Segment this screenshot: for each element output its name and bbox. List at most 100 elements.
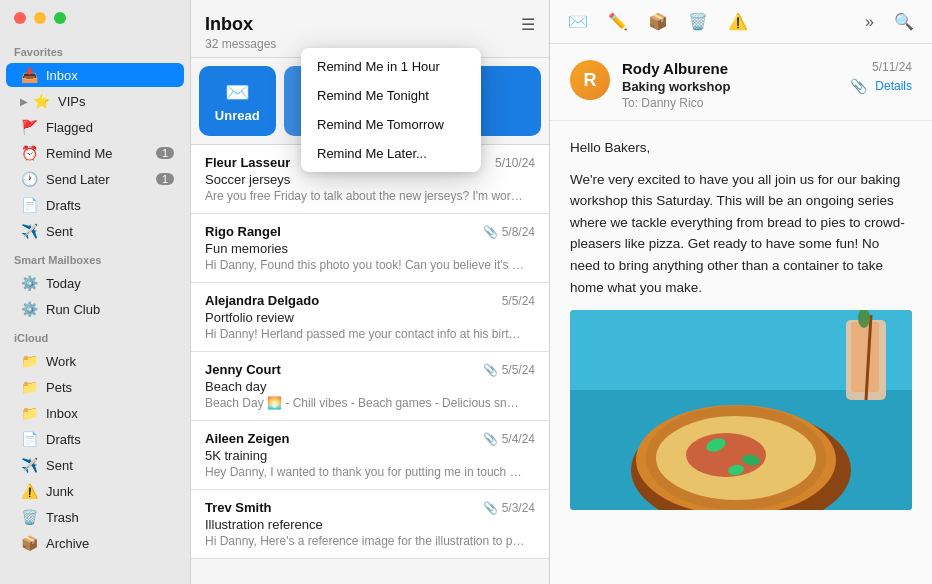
sender-avatar: R	[570, 60, 610, 100]
email-preview: Hi Danny, Here's a reference image for t…	[205, 534, 525, 548]
junk-toolbar-icon[interactable]: ⚠️	[726, 10, 750, 33]
detail-to: To: Danny Rico	[622, 96, 838, 110]
sidebar-item-pets[interactable]: 📁 Pets	[6, 375, 184, 399]
body-greeting: Hello Bakers,	[570, 137, 912, 159]
sidebar-item-label: Archive	[46, 536, 89, 551]
inbox-icon: 📥	[20, 66, 38, 84]
sidebar-item-label: Sent	[46, 458, 73, 473]
email-sender: Trev Smith	[205, 500, 271, 515]
email-preview: Are you free Friday to talk about the ne…	[205, 189, 525, 203]
sidebar-item-label: Flagged	[46, 120, 93, 135]
remind-tonight[interactable]: Remind Me Tonight	[301, 81, 481, 110]
sent-icloud-icon: ✈️	[20, 456, 38, 474]
remind-1-hour[interactable]: Remind Me in 1 Hour	[301, 52, 481, 81]
list-item[interactable]: Alejandra Delgado 5/5/24 Portfolio revie…	[191, 283, 549, 352]
filter-icon[interactable]: ☰	[521, 15, 535, 34]
sidebar-item-drafts-icloud[interactable]: 📄 Drafts	[6, 427, 184, 451]
reply-icon[interactable]: ✉️	[566, 10, 590, 33]
maximize-button[interactable]	[54, 12, 66, 24]
send-later-badge: 1	[156, 173, 174, 185]
email-subject: Illustration reference	[205, 517, 535, 532]
inbox-icloud-icon: 📁	[20, 404, 38, 422]
email-sender: Aileen Zeigen	[205, 431, 290, 446]
list-item[interactable]: Aileen Zeigen 📎 5/4/24 5K training Hey D…	[191, 421, 549, 490]
sidebar-item-inbox-icloud[interactable]: 📁 Inbox	[6, 401, 184, 425]
sidebar-item-junk[interactable]: ⚠️ Junk	[6, 479, 184, 503]
list-item[interactable]: Rigo Rangel 📎 5/8/24 Fun memories Hi Dan…	[191, 214, 549, 283]
sidebar-item-label: Drafts	[46, 432, 81, 447]
email-subject: Soccer jerseys	[205, 172, 535, 187]
list-item[interactable]: Jenny Court 📎 5/5/24 Beach day Beach Day…	[191, 352, 549, 421]
vips-icon: ⭐	[32, 92, 50, 110]
remind-me-badge: 1	[156, 147, 174, 159]
sidebar-item-run-club[interactable]: ⚙️ Run Club	[6, 297, 184, 321]
email-list: Fleur Lasseur 5/10/24 Soccer jerseys Are…	[191, 145, 549, 584]
sidebar-item-work[interactable]: 📁 Work	[6, 349, 184, 373]
details-link[interactable]: Details	[875, 79, 912, 93]
compose-icon[interactable]: ✏️	[606, 10, 630, 33]
sidebar-item-label: Inbox	[46, 68, 78, 83]
more-icon[interactable]: »	[863, 11, 876, 33]
sidebar-item-label: Remind Me	[46, 146, 112, 161]
email-preview: Beach Day 🌅 - Chill vibes - Beach games …	[205, 396, 525, 410]
delete-icon[interactable]: 🗑️	[686, 10, 710, 33]
sidebar-item-drafts[interactable]: 📄 Drafts	[6, 193, 184, 217]
remind-later[interactable]: Remind Me Later...	[301, 139, 481, 168]
sidebar-item-sent-icloud[interactable]: ✈️ Sent	[6, 453, 184, 477]
sidebar-item-label: Drafts	[46, 198, 81, 213]
sidebar-item-label: Work	[46, 354, 76, 369]
email-subject: Portfolio review	[205, 310, 535, 325]
drafts-icloud-icon: 📄	[20, 430, 38, 448]
chevron-icon: ▶	[20, 96, 28, 107]
email-list-panel: Inbox ☰ 32 messages ✉️ Unread Rem... Rod…	[190, 0, 550, 584]
pets-icon: 📁	[20, 378, 38, 396]
remind-me-icon: ⏰	[20, 144, 38, 162]
email-date: 5/8/24	[502, 225, 535, 239]
email-image	[570, 310, 912, 510]
minimize-button[interactable]	[34, 12, 46, 24]
icloud-label: iCloud	[0, 322, 190, 348]
sidebar-item-send-later[interactable]: 🕐 Send Later 1	[6, 167, 184, 191]
favorites-section-label: Favorites	[0, 36, 190, 62]
email-date: 5/5/24	[502, 294, 535, 308]
close-button[interactable]	[14, 12, 26, 24]
email-subject: Fun memories	[205, 241, 535, 256]
unread-label: Unread	[215, 108, 260, 123]
work-icon: 📁	[20, 352, 38, 370]
email-preview: Hey Danny, I wanted to thank you for put…	[205, 465, 525, 479]
flagged-icon: 🚩	[20, 118, 38, 136]
today-icon: ⚙️	[20, 274, 38, 292]
attachment-icon: 📎	[483, 501, 498, 515]
sidebar-item-archive[interactable]: 📦 Archive	[6, 531, 184, 555]
sidebar-item-remind-me[interactable]: ⏰ Remind Me 1	[6, 141, 184, 165]
sidebar-item-today[interactable]: ⚙️ Today	[6, 271, 184, 295]
sidebar-item-flagged[interactable]: 🚩 Flagged	[6, 115, 184, 139]
search-icon[interactable]: 🔍	[892, 10, 916, 33]
unread-card[interactable]: ✉️ Unread	[199, 66, 276, 136]
sidebar-item-inbox[interactable]: 📥 Inbox	[6, 63, 184, 87]
sidebar-item-label: Junk	[46, 484, 73, 499]
sidebar-item-trash[interactable]: 🗑️ Trash	[6, 505, 184, 529]
email-date: 5/4/24	[502, 432, 535, 446]
svg-rect-3	[851, 322, 879, 392]
archive-toolbar-icon[interactable]: 📦	[646, 10, 670, 33]
sidebar-item-label: Send Later	[46, 172, 110, 187]
detail-toolbar: ✉️ ✏️ 📦 🗑️ ⚠️ » 🔍	[550, 0, 932, 44]
run-club-icon: ⚙️	[20, 300, 38, 318]
list-item[interactable]: Trev Smith 📎 5/3/24 Illustration referen…	[191, 490, 549, 559]
sidebar-item-sent[interactable]: ✈️ Sent	[6, 219, 184, 243]
email-sender: Jenny Court	[205, 362, 281, 377]
sidebar-item-label: Inbox	[46, 406, 78, 421]
sidebar-item-label: Today	[46, 276, 81, 291]
detail-header: R Rody Alburene Baking workshop To: Dann…	[550, 44, 932, 121]
email-date: 5/10/24	[495, 156, 535, 170]
email-preview: Hi Danny, Found this photo you took! Can…	[205, 258, 525, 272]
svg-point-9	[686, 433, 766, 477]
send-later-icon: 🕐	[20, 170, 38, 188]
sidebar-item-vips[interactable]: ▶ ⭐ VIPs	[6, 89, 184, 113]
sidebar-item-label: Pets	[46, 380, 72, 395]
detail-date: 5/11/24	[872, 60, 912, 74]
detail-subject: Baking workshop	[622, 79, 838, 94]
email-subject: 5K training	[205, 448, 535, 463]
remind-tomorrow[interactable]: Remind Me Tomorrow	[301, 110, 481, 139]
